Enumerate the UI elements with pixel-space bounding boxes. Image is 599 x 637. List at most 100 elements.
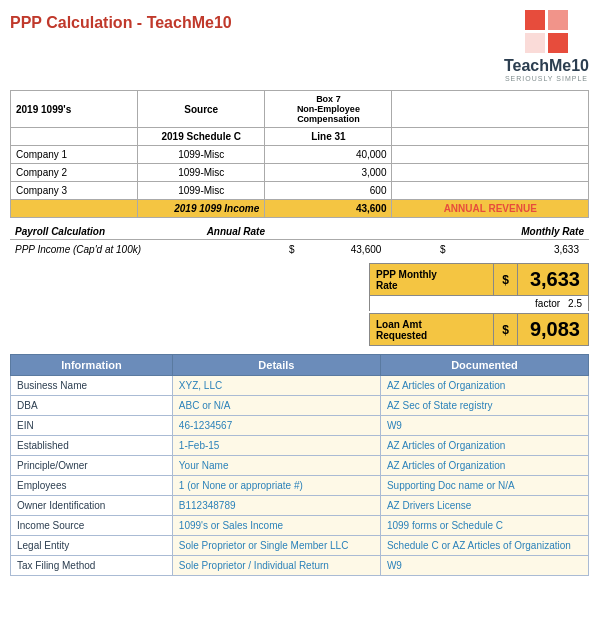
info-documented: AZ Articles of Organization [380,436,588,456]
info-detail: Sole Proprietor or Single Member LLC [172,536,380,556]
income-total-empty1 [11,200,138,218]
company-1-source: 1099-Misc [138,146,265,164]
info-detail: 1-Feb-15 [172,436,380,456]
logo-name: TeachMe10 [504,57,589,75]
ppp-income-row: PPP Income (Cap'd at 100k) $ 43,600 $ 3,… [10,240,589,260]
schedule-c-line: Line 31 [265,128,392,146]
info-label: Principle/Owner [11,456,173,476]
info-label: Established [11,436,173,456]
annual-revenue-label: ANNUAL REVENUE [392,200,589,218]
company-1-amount: 40,000 [265,146,392,164]
ppp-monthly-label: PPP MonthlyRate [370,264,494,295]
annual-rate-header: Annual Rate [172,224,299,240]
ppp-income-label: PPP Income (Cap'd at 100k) [10,240,172,260]
company-2-name: Company 2 [11,164,138,182]
table-row: Company 1 1099-Misc 40,000 [11,146,589,164]
info-col-information: Information [11,355,173,376]
info-detail: ABC or N/A [172,396,380,416]
ppp-monthly-rate-value: 3,633 [518,264,588,295]
logo-square-1 [525,10,545,30]
highlight-boxes-area: PPP MonthlyRate $ 3,633 factor 2.5 Loan … [10,263,589,346]
ppp-monthly-value-static: 3,633 [451,242,584,257]
company-1-name: Company 1 [11,146,138,164]
company-2-source: 1099-Misc [138,164,265,182]
info-table-row: EIN46-1234567W9 [11,416,589,436]
info-label: Tax Filing Method [11,556,173,576]
company-1-empty [392,146,589,164]
info-documented: AZ Articles of Organization [380,376,588,396]
info-label: Owner Identification [11,496,173,516]
info-documented: AZ Articles of Organization [380,456,588,476]
ppp-monthly-dollar-static: $ [391,242,450,257]
ppp-monthly-right: $ 3,633 [386,240,589,260]
logo-tagline: SERIOUSLY SIMPLE [505,75,588,82]
info-table-row: Established1-Feb-15AZ Articles of Organi… [11,436,589,456]
info-table-row: Income Source1099's or Sales Income1099 … [11,516,589,536]
info-col-details: Details [172,355,380,376]
info-detail: 1 (or None or appropriate #) [172,476,380,496]
company-3-source: 1099-Misc [138,182,265,200]
page-title: PPP Calculation - TeachMe10 [10,10,232,36]
ppp-monthly-dollar-icon: $ [494,264,518,295]
ppp-annual-value: 43,600 [299,240,386,260]
col-1099-header: 2019 1099's [11,91,138,128]
table-row: Company 2 1099-Misc 3,000 [11,164,589,182]
col-source-header: Source [138,91,265,128]
monthly-rate-header: Monthly Rate [386,224,589,240]
info-documented: AZ Drivers License [380,496,588,516]
info-documented: W9 [380,556,588,576]
factor-label: factor [535,298,560,309]
info-table-row: Employees1 (or None or appropriate #)Sup… [11,476,589,496]
info-label: Legal Entity [11,536,173,556]
payroll-calc-header: Payroll Calculation [10,224,172,240]
factor-value: 2.5 [568,298,582,309]
loan-value: 9,083 [518,314,588,345]
income-total-row: 2019 1099 Income 43,600 ANNUAL REVENUE [11,200,589,218]
info-label: EIN [11,416,173,436]
info-table-row: Principle/OwnerYour NameAZ Articles of O… [11,456,589,476]
logo-square-3 [525,33,545,53]
left-spacer [10,263,369,346]
info-detail: 46-1234567 [172,416,380,436]
logo-square-2 [548,10,568,30]
schedule-c-empty1 [11,128,138,146]
loan-dollar-icon: $ [494,314,518,345]
income-label: 2019 1099 Income [138,200,265,218]
company-2-empty [392,164,589,182]
loan-amt-label: Loan AmtRequested [370,314,494,345]
company-3-empty [392,182,589,200]
logo-grid [525,10,568,53]
info-table-row: Legal EntitySole Proprietor or Single Me… [11,536,589,556]
payroll-empty-header [299,224,386,240]
info-label: Business Name [11,376,173,396]
table-row: Company 3 1099-Misc 600 [11,182,589,200]
info-table-row: Tax Filing MethodSole Proprietor / Indiv… [11,556,589,576]
info-detail: Your Name [172,456,380,476]
info-documented: W9 [380,416,588,436]
info-col-documented: Documented [380,355,588,376]
info-documented: 1099 forms or Schedule C [380,516,588,536]
company-3-amount: 600 [265,182,392,200]
information-table: Information Details Documented Business … [10,354,589,576]
info-table-row: Business NameXYZ, LLCAZ Articles of Orga… [11,376,589,396]
info-table-row: DBAABC or N/AAZ Sec of State registry [11,396,589,416]
info-detail: XYZ, LLC [172,376,380,396]
info-label: DBA [11,396,173,416]
company-2-amount: 3,000 [265,164,392,182]
col-empty-header [392,91,589,128]
info-documented: Schedule C or AZ Articles of Organizatio… [380,536,588,556]
info-detail: Sole Proprietor / Individual Return [172,556,380,576]
info-detail: 1099's or Sales Income [172,516,380,536]
info-documented: Supporting Doc name or N/A [380,476,588,496]
ppp-dollar-sign: $ [172,240,299,260]
factor-row: factor 2.5 [369,296,589,311]
logo-square-4 [548,33,568,53]
company-3-name: Company 3 [11,182,138,200]
schedule-c-empty2 [392,128,589,146]
info-detail: B112348789 [172,496,380,516]
ppp-boxes: PPP MonthlyRate $ 3,633 factor 2.5 Loan … [369,263,589,346]
info-label: Employees [11,476,173,496]
calculation-table: 2019 1099's Source Box 7Non-EmployeeComp… [10,90,589,218]
logo-area: TeachMe10 SERIOUSLY SIMPLE [504,10,589,82]
schedule-c-label: 2019 Schedule C [138,128,265,146]
